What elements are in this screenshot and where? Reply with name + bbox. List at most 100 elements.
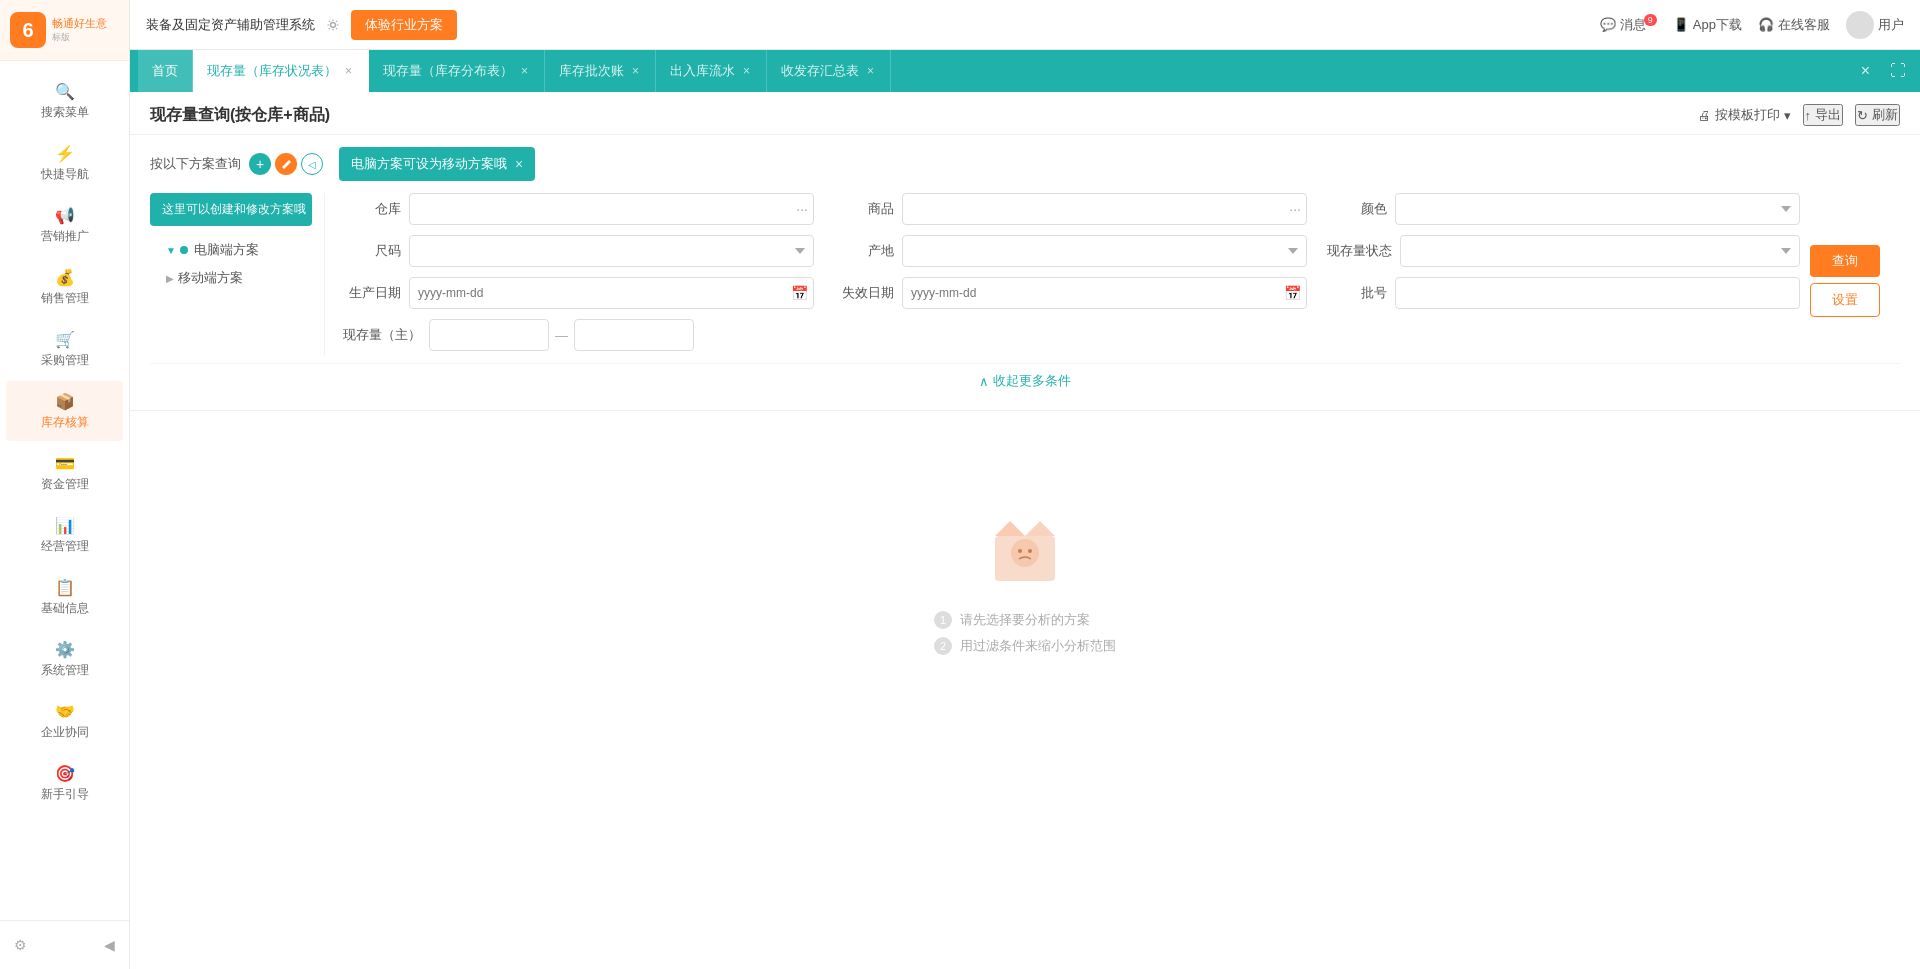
sidebar-item-purchase-label: 采购管理: [41, 352, 89, 369]
sidebar-item-quick-nav[interactable]: ⚡ 快捷导航: [6, 133, 123, 193]
tab-inventory-status-label: 现存量（库存状况表）: [207, 62, 337, 80]
batch-field: 批号: [1327, 277, 1800, 309]
scheme-edit-btn[interactable]: [275, 153, 297, 175]
collapse-label: 收起更多条件: [993, 372, 1071, 390]
collapse-btn[interactable]: ∧ 收起更多条件: [979, 372, 1071, 390]
tooltip-edit-close[interactable]: ×: [314, 202, 322, 218]
svg-point-0: [331, 22, 336, 27]
tab-close-all-btn[interactable]: ×: [1855, 58, 1876, 84]
online-support-btn[interactable]: 🎧 在线客服: [1758, 16, 1830, 34]
page-area: 现存量查询(按仓库+商品) 🖨 按模板打印 ▾ ↑ 导出 ↻ 刷新: [130, 92, 1920, 969]
tab-batch-ledger-label: 库存批次账: [559, 62, 624, 80]
notification-btn[interactable]: 💬 消息 9: [1600, 16, 1657, 34]
tab-batch-ledger-close[interactable]: ×: [630, 62, 641, 80]
scheme-group-desktop-arrow: ▼: [166, 245, 176, 256]
sidebar-footer: ⚙ ◀: [0, 920, 129, 969]
tab-in-out-flow-close[interactable]: ×: [741, 62, 752, 80]
production-date-calendar-icon[interactable]: 📅: [791, 285, 808, 301]
svg-point-2: [1011, 539, 1039, 567]
tab-inventory-status-close[interactable]: ×: [343, 62, 354, 80]
empty-step-2-text: 用过滤条件来缩小分析范围: [960, 637, 1116, 655]
export-btn[interactable]: ↑ 导出: [1803, 104, 1844, 126]
refresh-btn[interactable]: ↻ 刷新: [1855, 104, 1900, 126]
industry-plan-btn[interactable]: 体验行业方案: [351, 10, 457, 40]
sidebar-item-sales[interactable]: 💰 销售管理: [6, 257, 123, 317]
user-menu-btn[interactable]: 用户: [1846, 11, 1904, 39]
page-title: 现存量查询(按仓库+商品): [150, 105, 330, 126]
batch-input[interactable]: [1395, 277, 1800, 309]
scheme-arrow-btn[interactable]: ◁: [301, 153, 323, 175]
header-right: 💬 消息 9 📱 App下载 🎧 在线客服 用户: [1600, 11, 1904, 39]
origin-select[interactable]: [902, 235, 1307, 267]
scheme-group-mobile-title[interactable]: ▶ 移动端方案: [166, 266, 312, 290]
sidebar-item-guide[interactable]: 🎯 新手引导: [6, 753, 123, 813]
sidebar-item-enterprise[interactable]: 🤝 企业协同: [6, 691, 123, 751]
filter-row-wrapper: 这里可以创建和修改方案哦 × ▼ 电脑端方案: [150, 193, 1900, 355]
query-btn[interactable]: 查询: [1810, 245, 1880, 277]
basic-info-icon: 📋: [55, 577, 75, 597]
template-dropdown-icon: ▾: [1784, 108, 1791, 123]
sidebar-item-search[interactable]: 🔍 搜索菜单: [6, 71, 123, 131]
sidebar-item-finance[interactable]: 💳 资金管理: [6, 443, 123, 503]
inventory-min-input[interactable]: [429, 319, 549, 351]
tab-recv-summary-close[interactable]: ×: [865, 62, 876, 80]
tab-inventory-dist[interactable]: 现存量（库存分布表） ×: [369, 50, 545, 92]
headset-icon: 🎧: [1758, 17, 1774, 32]
sidebar-settings-btn[interactable]: ⚙: [6, 931, 34, 959]
empty-steps: 1 请先选择要分析的方案 2 用过滤条件来缩小分析范围: [934, 611, 1116, 655]
batch-input-wrap: [1395, 277, 1800, 309]
expiry-date-label: 失效日期: [834, 284, 894, 302]
notification-badge: 9: [1644, 14, 1657, 26]
reset-btn[interactable]: 设置: [1810, 283, 1880, 317]
tab-batch-ledger[interactable]: 库存批次账 ×: [545, 50, 656, 92]
warehouse-input[interactable]: [409, 193, 814, 225]
sidebar-item-basic-info[interactable]: 📋 基础信息: [6, 567, 123, 627]
scheme-group-desktop-title[interactable]: ▼ 电脑端方案: [166, 238, 312, 262]
tab-in-out-flow[interactable]: 出入库流水 ×: [656, 50, 767, 92]
size-select[interactable]: [409, 235, 814, 267]
tab-inventory-dist-close[interactable]: ×: [519, 62, 530, 80]
production-date-input[interactable]: [409, 277, 814, 309]
product-input[interactable]: [902, 193, 1307, 225]
tab-bar-end: × ⛶: [1855, 58, 1912, 84]
color-select[interactable]: [1395, 193, 1800, 225]
sidebar-item-inventory-label: 库存核算: [41, 414, 89, 431]
product-input-wrap: ···: [902, 193, 1307, 225]
template-print-btn[interactable]: 🖨 按模板打印 ▾: [1698, 106, 1791, 124]
sidebar-item-quick-nav-label: 快捷导航: [41, 166, 89, 183]
operations-icon: 📊: [55, 515, 75, 535]
top-header: 装备及固定资产辅助管理系统 体验行业方案 💬 消息 9 📱 App下载 🎧: [130, 0, 1920, 50]
sidebar-item-purchase[interactable]: 🛒 采购管理: [6, 319, 123, 379]
expiry-date-input[interactable]: [902, 277, 1307, 309]
scheme-group-mobile: ▶ 移动端方案: [166, 266, 312, 290]
scheme-group-desktop: ▼ 电脑端方案: [166, 238, 312, 262]
scheme-add-btn[interactable]: +: [249, 153, 271, 175]
inventory-status-select[interactable]: [1400, 235, 1800, 267]
expiry-date-calendar-icon[interactable]: 📅: [1284, 285, 1301, 301]
app-download-label: App下载: [1693, 16, 1742, 34]
logo-area: 6 畅通好生意 标版: [0, 0, 129, 61]
inventory-status-input-wrap: [1400, 235, 1800, 267]
sidebar-item-marketing[interactable]: 📢 营销推广: [6, 195, 123, 255]
sidebar-collapse-btn[interactable]: ◀: [95, 931, 123, 959]
empty-step-1-text: 请先选择要分析的方案: [960, 611, 1090, 629]
filter-left-panel: 这里可以创建和修改方案哦 × ▼ 电脑端方案: [150, 193, 325, 355]
tooltip-desktop-close[interactable]: ×: [515, 156, 523, 172]
inventory-icon: 📦: [55, 391, 75, 411]
tab-fullscreen-btn[interactable]: ⛶: [1884, 58, 1912, 84]
tab-home[interactable]: 首页: [138, 50, 193, 92]
product-dots-btn[interactable]: ···: [1289, 201, 1301, 217]
filter-area: 按以下方案查询 + ◁ 电脑方案可设为移动方案哦 ×: [130, 135, 1920, 411]
sidebar: 6 畅通好生意 标版 🔍 搜索菜单 ⚡ 快捷导航 📢 营销推广 💰 销售管理 🛒…: [0, 0, 130, 969]
sidebar-item-operations[interactable]: 📊 经营管理: [6, 505, 123, 565]
app-download-btn[interactable]: 📱 App下载: [1673, 16, 1742, 34]
tab-recv-summary[interactable]: 收发存汇总表 ×: [767, 50, 891, 92]
sidebar-item-system[interactable]: ⚙️ 系统管理: [6, 629, 123, 689]
sidebar-item-inventory[interactable]: 📦 库存核算: [6, 381, 123, 441]
warehouse-dots-btn[interactable]: ···: [796, 201, 808, 217]
settings-gear-icon[interactable]: [327, 19, 339, 31]
tab-inventory-status[interactable]: 现存量（库存状况表） ×: [193, 50, 369, 92]
tooltip-desktop-text: 电脑方案可设为移动方案哦: [351, 155, 507, 173]
empty-svg: [975, 491, 1075, 591]
inventory-max-input[interactable]: [574, 319, 694, 351]
